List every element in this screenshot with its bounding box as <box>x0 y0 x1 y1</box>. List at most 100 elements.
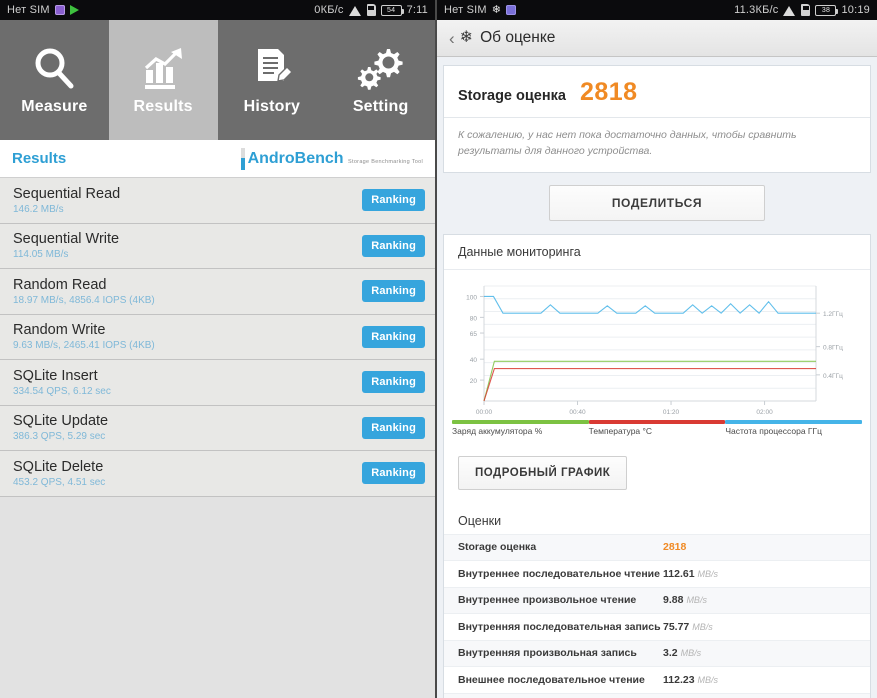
share-button[interactable]: ПОДЕЛИТЬСЯ <box>549 184 765 221</box>
table-row: Внешнее последовательное чтение 112.23 MB… <box>444 666 870 693</box>
results-header: Results AndroBench Storage Benchmarking … <box>0 140 435 178</box>
app-violet-icon <box>506 5 517 15</box>
ranking-button[interactable]: Ranking <box>362 416 425 439</box>
table-row: Внешнее произвольное чтение 9.98MB/s <box>444 692 870 698</box>
left-status-bar: Нет SIM 0КБ/c 54 7:11 <box>0 0 435 20</box>
table-row[interactable]: Sequential Read 146.2 MB/s Ranking <box>0 178 435 224</box>
detail-chart-area: ПОДРОБНЫЙ ГРАФИК <box>444 444 870 504</box>
chart-legend: Заряд аккумулятора % Температура °C Част… <box>444 419 870 444</box>
score-row: Storage оценка 2818 <box>444 66 870 118</box>
result-value: 386.3 QPS, 5.29 sec <box>13 431 106 443</box>
ranking-button[interactable]: Ranking <box>362 189 425 212</box>
table-row[interactable]: Random Read 18.97 MB/s, 4856.4 IOPS (4KB)… <box>0 269 435 315</box>
svg-text:80: 80 <box>470 315 478 322</box>
app-bar: ‹ ❄ Об оценке <box>437 20 877 57</box>
table-unit: MB/s <box>697 568 719 579</box>
result-name: SQLite Delete <box>13 458 104 475</box>
list-empty-area <box>0 496 435 698</box>
benchmark-results-list: Sequential Read 146.2 MB/s Ranking Sequen… <box>0 178 435 497</box>
sd-card-icon <box>801 4 811 16</box>
table-unit: MB/s <box>692 621 713 632</box>
right-phone-screen: Нет SIM ❄ 11.3КБ/c 38 10:19 ‹ ❄ Об оценк… <box>437 0 877 698</box>
ranking-button[interactable]: Ranking <box>362 280 425 303</box>
sim-status-label: Нет SIM <box>444 4 487 16</box>
table-row: Внутреннее произвольное чтение 9.88 MB/s <box>444 586 870 614</box>
table-key: Внутреннее последовательное чтение <box>458 567 660 580</box>
gears-icon <box>356 44 406 92</box>
sim-status-label: Нет SIM <box>7 4 50 16</box>
svg-text:100: 100 <box>466 294 477 301</box>
monitoring-card: Данные мониторинга 100 80 65 40 20 1.2ГГц 0.8Г… <box>443 233 871 698</box>
page-title: Об оценке <box>480 29 556 46</box>
table-row[interactable]: SQLite Delete 453.2 QPS, 4.51 sec Ranking <box>0 451 435 497</box>
tab-results-label: Results <box>133 98 193 115</box>
table-row[interactable]: SQLite Insert 334.54 QPS, 6.12 sec Rankin… <box>0 360 435 406</box>
ranking-button[interactable]: Ranking <box>362 462 425 485</box>
legend-label-temperature: Температура °C <box>588 425 653 436</box>
result-name: Sequential Read <box>13 185 121 202</box>
network-speed-label: 0КБ/c <box>314 4 344 16</box>
table-row[interactable]: Random Write 9.63 MB/s, 2465.41 IOPS (4KB… <box>0 314 435 360</box>
tab-setting[interactable]: Setting <box>326 20 435 140</box>
table-row[interactable]: SQLite Update 386.3 QPS, 5.29 sec Ranking <box>0 405 435 451</box>
result-value: 114.05 MB/s <box>13 249 69 261</box>
table-key: Storage оценка <box>458 541 537 554</box>
result-name: Random Write <box>13 322 106 339</box>
androbench-logo-mark <box>240 147 245 170</box>
clock-label: 7:11 <box>406 4 428 16</box>
table-value: 75.77 MB/s <box>663 620 713 633</box>
table-value: 9.88 MB/s <box>663 594 707 607</box>
share-area: ПОДЕЛИТЬСЯ <box>437 172 877 234</box>
table-unit: MB/s <box>680 648 702 659</box>
androbench-logo-text: AndroBench <box>247 149 344 167</box>
score-value: 2818 <box>579 78 638 106</box>
detail-chart-button[interactable]: ПОДРОБНЫЙ ГРАФИК <box>458 455 628 490</box>
androbench-logo: AndroBench Storage Benchmarking Tool <box>240 147 423 170</box>
legend-label-cpu: Частота процессора ГГц <box>725 425 822 436</box>
document-edit-icon <box>249 44 295 92</box>
left-status-bar-right: 0КБ/c 54 7:11 <box>314 4 428 16</box>
svg-text:00:40: 00:40 <box>569 409 586 416</box>
svg-text:20: 20 <box>470 378 478 385</box>
tab-history-label: History <box>243 98 301 115</box>
svg-text:65: 65 <box>470 331 478 338</box>
result-name: Sequential Write <box>13 231 120 248</box>
wifi-icon <box>783 5 796 16</box>
tab-measure[interactable]: Measure <box>0 20 109 140</box>
table-key: Внутренняя произвольная запись <box>458 647 637 660</box>
tab-results[interactable]: Results <box>108 20 218 140</box>
table-value: 3.2 MB/s <box>663 647 702 660</box>
score-card: Storage оценка 2818 К сожалению, у нас н… <box>443 65 871 173</box>
app-violet-icon <box>54 5 65 15</box>
right-status-bar: Нет SIM ❄ 11.3КБ/c 38 10:19 <box>437 0 877 20</box>
result-value: 9.63 MB/s, 2465.41 IOPS (4KB) <box>13 340 155 352</box>
svg-text:02:00: 02:00 <box>756 409 773 416</box>
table-row: Внутренняя произвольная запись 3.2 MB/s <box>444 639 870 667</box>
table-row: Внутреннее последовательное чтение 112.6… <box>444 560 870 587</box>
ranking-button[interactable]: Ranking <box>362 325 425 348</box>
table-row: Внутренняя последовательная запись 75.77… <box>444 613 870 640</box>
result-value: 334.54 QPS, 6.12 sec <box>13 385 111 397</box>
result-name: SQLite Update <box>13 413 109 430</box>
snowflake-icon: ❄ <box>459 29 474 46</box>
table-row[interactable]: Sequential Write 114.05 MB/s Ranking <box>0 223 435 269</box>
ranking-button[interactable]: Ranking <box>362 234 425 257</box>
scores-table: Storage оценка 2818 Внутреннее последова… <box>444 533 870 698</box>
monitoring-chart[interactable]: 100 80 65 40 20 1.2ГГц 0.8ГГц 0.4ГГц 00:00 00:40 0… <box>444 270 870 420</box>
tab-setting-label: Setting <box>352 98 409 115</box>
svg-text:01:20: 01:20 <box>663 409 680 416</box>
clock-label: 10:19 <box>841 4 870 16</box>
play-store-icon <box>69 5 79 15</box>
ranking-button[interactable]: Ranking <box>362 371 425 394</box>
tab-history[interactable]: History <box>217 20 327 140</box>
wifi-icon <box>348 5 362 16</box>
right-status-bar-right: 11.3КБ/c 38 10:19 <box>734 4 870 16</box>
tab-bar: Measure Results History Setting <box>0 20 435 140</box>
legend-label-battery: Заряд аккумулятора % <box>452 425 543 436</box>
network-speed-label: 11.3КБ/c <box>734 4 779 16</box>
svg-text:40: 40 <box>470 357 478 364</box>
sd-card-icon <box>366 4 376 16</box>
back-chevron-icon[interactable]: ‹ <box>449 30 455 47</box>
table-key: Внутренняя последовательная запись <box>458 620 661 633</box>
score-label: Storage оценка <box>458 88 566 104</box>
